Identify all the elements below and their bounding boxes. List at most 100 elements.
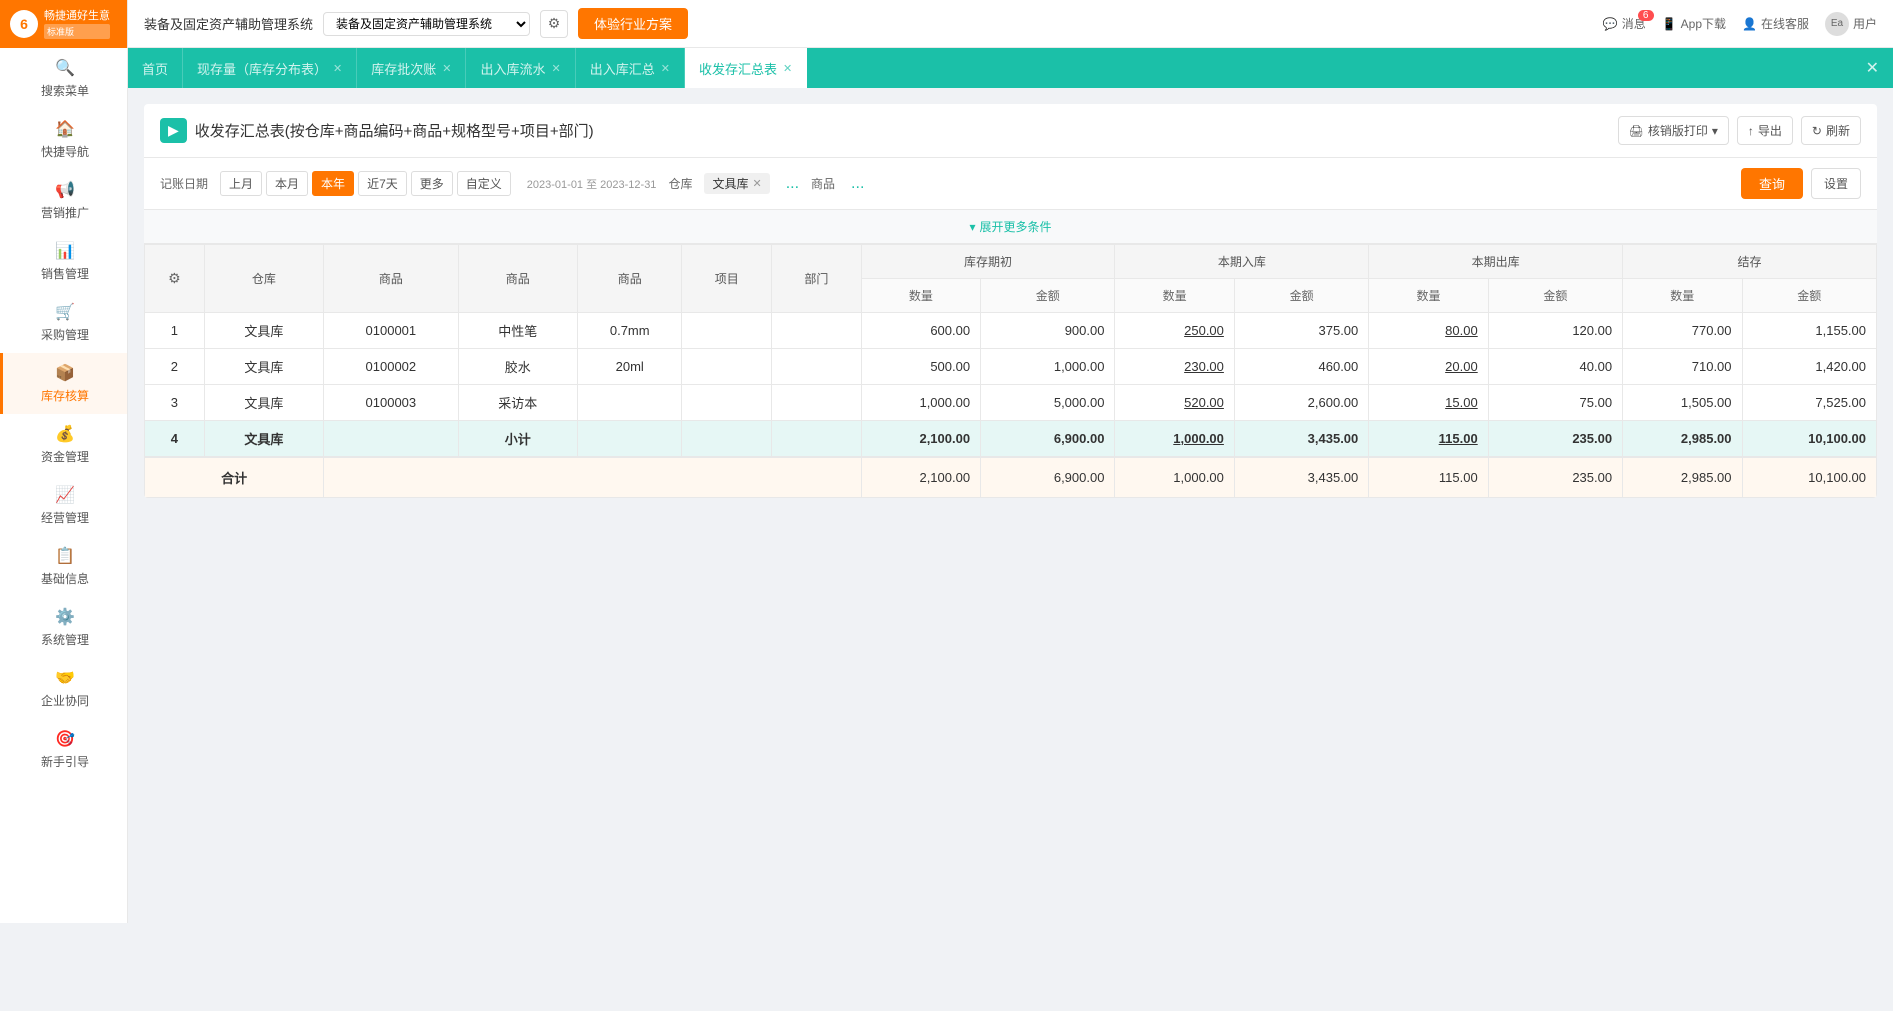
cell-code: 0100001 (324, 313, 458, 349)
cell-in-qty[interactable]: 230.00 (1115, 349, 1234, 385)
footer-bal-amt: 10,100.00 (1742, 457, 1876, 498)
cell-bal-qty: 1,505.00 (1623, 385, 1742, 421)
tab-bar-close[interactable]: ✕ (1852, 58, 1893, 78)
product-filter-label: 商品 (811, 175, 835, 192)
sidebar-item-sales[interactable]: 📊 销售管理 (0, 231, 127, 292)
date-btn-上月[interactable]: 上月 (220, 171, 262, 196)
message-button[interactable]: 💬 消息 6 (1603, 15, 1646, 32)
gear-button[interactable]: ⚙ (540, 10, 568, 38)
sidebar-item-marketing[interactable]: 📢 营销推广 (0, 170, 127, 231)
col-header-bal: 结存 (1623, 245, 1877, 279)
cell-product: 采访本 (458, 385, 577, 421)
table-row: 1 文具库 0100001 中性笔 0.7mm 600.00 900.00 25… (145, 313, 1877, 349)
export-button[interactable]: ↑ 导出 (1737, 116, 1793, 145)
sidebar-item-enterprise[interactable]: 🤝 企业协同 (0, 658, 127, 719)
sidebar-item-system[interactable]: ⚙️ 系统管理 (0, 597, 127, 658)
query-button[interactable]: 查询 (1741, 168, 1803, 199)
cell-warehouse: 文具库 (204, 385, 323, 421)
sidebar-label-quicknav: 快捷导航 (41, 143, 89, 160)
sidebar-item-purchase[interactable]: 🛒 采购管理 (0, 292, 127, 353)
cell-dept (772, 421, 862, 458)
sidebar-item-inventory[interactable]: 📦 库存核算 (0, 353, 127, 414)
sidebar-item-quicknav[interactable]: 🏠 快捷导航 (0, 109, 127, 170)
logo-icon: 6 (10, 10, 38, 38)
cell-bal-amt: 7,525.00 (1742, 385, 1876, 421)
table-row: 2 文具库 0100002 胶水 20ml 500.00 1,000.00 23… (145, 349, 1877, 385)
tab-close-inout_flow[interactable]: ✕ (552, 62, 561, 75)
col-header-project: 项目 (682, 245, 772, 313)
tab-recv_send[interactable]: 收发存汇总表✕ (685, 48, 807, 88)
refresh-icon: ↻ (1812, 124, 1822, 138)
cell-product: 小计 (458, 421, 577, 458)
sidebar-item-basic[interactable]: 📋 基础信息 (0, 536, 127, 597)
cell-spec: 20ml (577, 349, 682, 385)
date-btn-自定义[interactable]: 自定义 (457, 171, 511, 196)
tab-inventory_dist[interactable]: 现存量（库存分布表）✕ (183, 48, 357, 88)
tab-close-recv_send[interactable]: ✕ (783, 62, 792, 75)
cell-in-qty[interactable]: 520.00 (1115, 385, 1234, 421)
col-header-dept: 部门 (772, 245, 862, 313)
tab-inout_summary[interactable]: 出入库汇总✕ (576, 48, 685, 88)
app-download-button[interactable]: 📱 App下载 (1662, 15, 1726, 32)
date-btn-本月[interactable]: 本月 (266, 171, 308, 196)
cell-out-amt: 235.00 (1488, 421, 1622, 458)
refresh-button[interactable]: ↻ 刷新 (1801, 116, 1861, 145)
system-select[interactable]: 装备及固定资产辅助管理系统 (323, 12, 530, 36)
sidebar-label-purchase: 采购管理 (41, 326, 89, 343)
tab-close-batch[interactable]: ✕ (442, 62, 451, 75)
sidebar-icon-system: ⚙️ (55, 607, 75, 627)
set-button[interactable]: 设置 (1811, 168, 1861, 199)
cell-out-qty[interactable]: 80.00 (1369, 313, 1488, 349)
date-btn-本年[interactable]: 本年 (312, 171, 354, 196)
sidebar-item-newbie[interactable]: 🎯 新手引导 (0, 719, 127, 780)
online-service-button[interactable]: 👤 在线客服 (1742, 15, 1809, 32)
cell-in-amt: 460.00 (1234, 349, 1368, 385)
sidebar-label-system: 系统管理 (41, 631, 89, 648)
tab-close-inventory_dist[interactable]: ✕ (333, 62, 342, 75)
tab-bar: 首页现存量（库存分布表）✕库存批次账✕出入库流水✕出入库汇总✕收发存汇总表✕ ✕ (128, 48, 1893, 88)
expand-button[interactable]: ▾ 展开更多条件 (969, 218, 1051, 235)
tab-batch[interactable]: 库存批次账 ✕ (357, 48, 466, 88)
cell-dept (772, 385, 862, 421)
cell-in-qty: 1,000.00 (1115, 421, 1234, 458)
toggle-arrow-button[interactable]: ▶ (160, 118, 187, 143)
footer-in-qty: 1,000.00 (1115, 457, 1234, 498)
sidebar-item-search[interactable]: 🔍 搜索菜单 (0, 48, 127, 109)
cell-spec (577, 421, 682, 458)
print-button[interactable]: 🖨 核销版打印 ▾ (1618, 116, 1729, 145)
tab-home[interactable]: 首页 (128, 48, 183, 88)
product-dots[interactable]: ... (851, 175, 864, 193)
user-button[interactable]: Ea 用户 (1825, 12, 1877, 36)
tab-inout_flow[interactable]: 出入库流水✕ (466, 48, 575, 88)
cell-out-qty[interactable]: 15.00 (1369, 385, 1488, 421)
sub-col-out-qty: 数量 (1369, 279, 1488, 313)
warehouse-tag-close[interactable]: ✕ (752, 177, 761, 190)
date-btn-近7天[interactable]: 近7天 (358, 171, 407, 196)
cell-code: 0100002 (324, 349, 458, 385)
data-table: ⚙ 仓库 商品 商品 商品 项目 部门 库存期初 本期入库 本期出库 结存 数量… (144, 244, 1877, 498)
page-header: ▶ 收发存汇总表(按仓库+商品编码+商品+规格型号+项目+部门) 🖨 核销版打印… (144, 104, 1877, 158)
experience-button[interactable]: 体验行业方案 (578, 8, 688, 39)
cell-out-qty[interactable]: 20.00 (1369, 349, 1488, 385)
sidebar-icon-quicknav: 🏠 (55, 119, 75, 139)
table-container: ⚙ 仓库 商品 商品 商品 项目 部门 库存期初 本期入库 本期出库 结存 数量… (144, 244, 1877, 498)
sidebar-item-operations[interactable]: 📈 经营管理 (0, 475, 127, 536)
sidebar-label-inventory: 库存核算 (41, 387, 89, 404)
cell-code (324, 421, 458, 458)
sidebar-icon-inventory: 📦 (55, 363, 75, 383)
cell-spec: 0.7mm (577, 313, 682, 349)
date-filter-label: 记账日期 (160, 175, 208, 192)
cell-in-qty[interactable]: 250.00 (1115, 313, 1234, 349)
cell-warehouse: 文具库 (204, 421, 323, 458)
sidebar-item-finance[interactable]: 💰 资金管理 (0, 414, 127, 475)
date-btn-更多[interactable]: 更多 (411, 171, 453, 196)
tab-label-batch: 库存批次账 (371, 59, 436, 78)
table-footer: 合计 2,100.00 6,900.00 1,000.00 3,435.00 1… (145, 457, 1877, 498)
table-gear-icon[interactable]: ⚙ (168, 270, 181, 286)
warehouse-dots[interactable]: ... (786, 175, 799, 193)
cell-in-amt: 2,600.00 (1234, 385, 1368, 421)
cell-init-amt: 900.00 (981, 313, 1115, 349)
cell-in-amt: 3,435.00 (1234, 421, 1368, 458)
tab-close-inout_summary[interactable]: ✕ (661, 62, 670, 75)
cell-no: 2 (145, 349, 205, 385)
